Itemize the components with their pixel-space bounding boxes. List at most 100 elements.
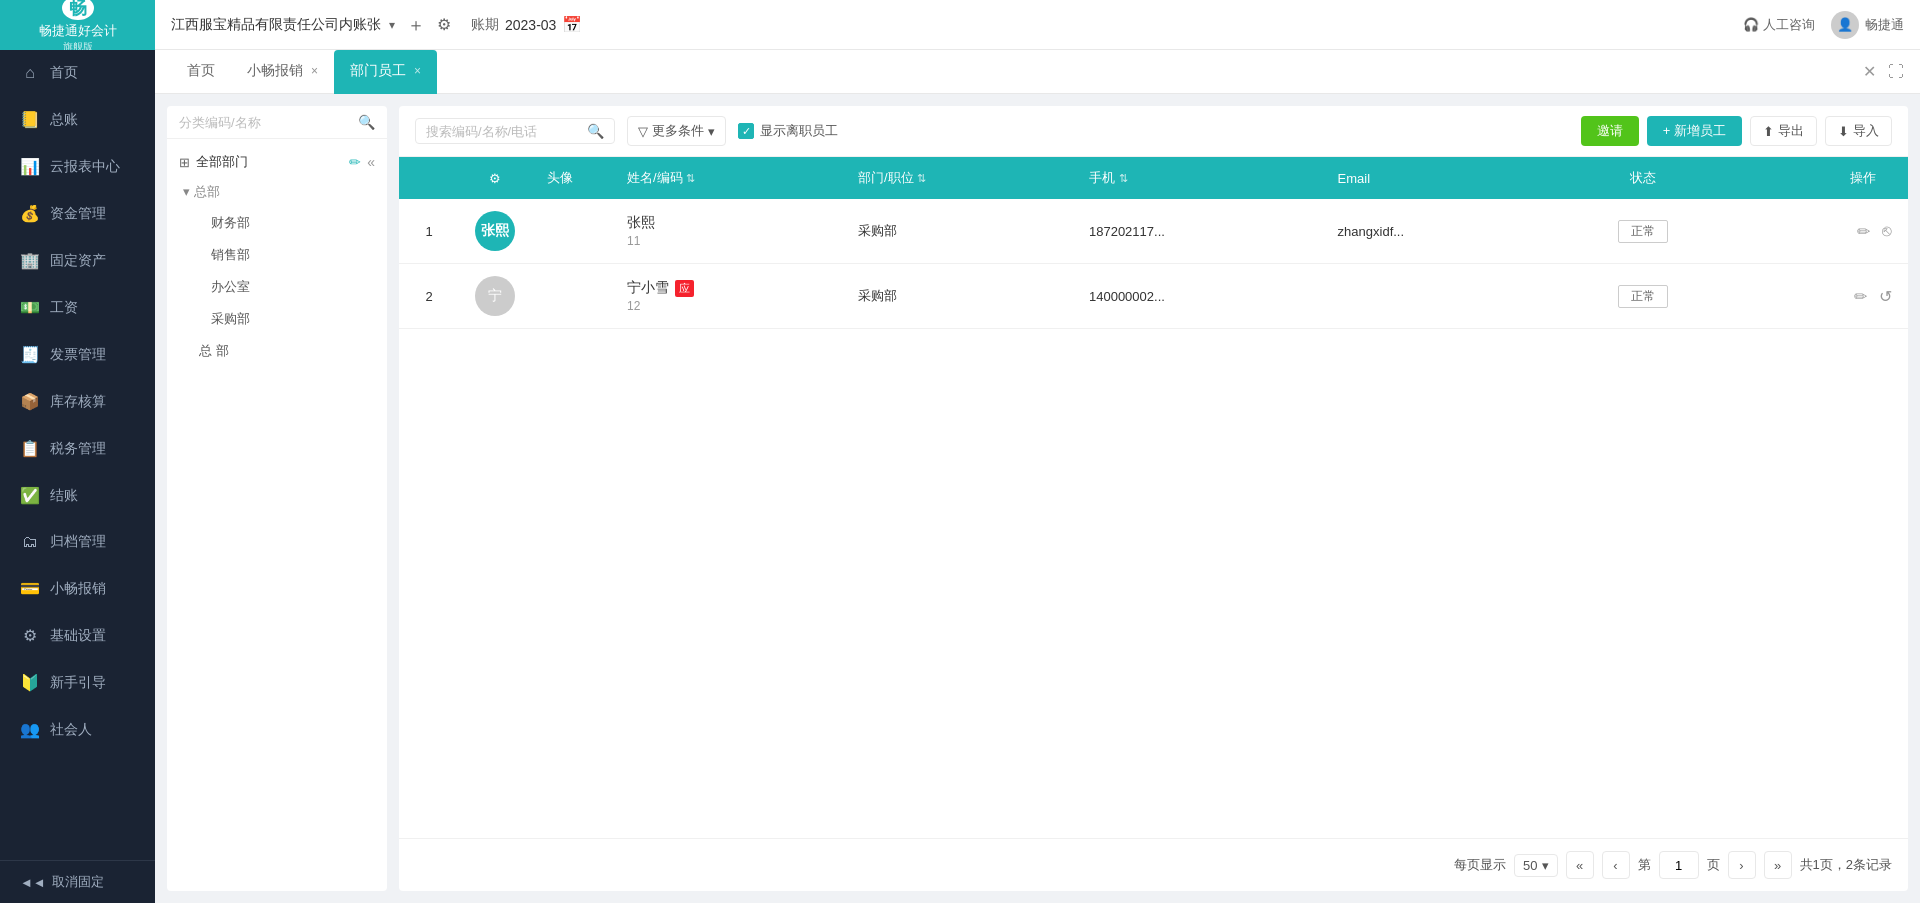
- cell-avatar-2: 宁: [459, 264, 531, 329]
- import-button[interactable]: ⬇ 导入: [1825, 116, 1892, 146]
- headset-icon: 🎧: [1743, 17, 1759, 32]
- col-name-label: 姓名/编码: [627, 170, 683, 185]
- col-settings[interactable]: ⚙: [459, 157, 531, 199]
- next-page-button[interactable]: ›: [1728, 851, 1756, 879]
- invite-button[interactable]: 邀请: [1581, 116, 1639, 146]
- avatar: 👤: [1831, 11, 1859, 39]
- page-size-label: 每页显示: [1454, 856, 1506, 874]
- add-employee-label: + 新增员工: [1663, 122, 1726, 140]
- tab-bar-actions: ✕ ⛶: [1863, 62, 1904, 81]
- tab-home[interactable]: 首页: [171, 50, 231, 94]
- sidebar-item-invoice[interactable]: 🧾 发票管理: [0, 331, 155, 378]
- all-dept-header[interactable]: ⊞ 全部部门 ✏ «: [167, 147, 387, 177]
- employee-search-icon[interactable]: 🔍: [587, 123, 604, 139]
- support-button[interactable]: 🎧 人工咨询: [1743, 16, 1815, 34]
- export-button[interactable]: ⬆ 导出: [1750, 116, 1817, 146]
- tab-department-close[interactable]: ×: [414, 64, 421, 78]
- col-status: 状态: [1549, 157, 1738, 199]
- sidebar-item-archive[interactable]: 🗂 归档管理: [0, 519, 155, 565]
- export-icon: ⬆: [1763, 124, 1774, 139]
- page-size-select[interactable]: 50 ▾: [1514, 854, 1557, 877]
- sidebar-item-ledger[interactable]: 📒 总账: [0, 96, 155, 143]
- expense-icon: 💳: [20, 579, 40, 598]
- cell-name-1: 张熙 11: [611, 199, 842, 264]
- calendar-icon[interactable]: 📅: [562, 15, 582, 34]
- dept-tree-panel: 🔍 ⊞ 全部部门 ✏ « ▾ 总部 财务部 销售部 办公室 采: [167, 106, 387, 891]
- filter-label: 更多条件: [652, 122, 704, 140]
- sidebar-item-guide[interactable]: 🔰 新手引导: [0, 659, 155, 706]
- page-input[interactable]: [1659, 851, 1699, 879]
- dept-item-general[interactable]: 总 部: [167, 335, 387, 367]
- dept-search-icon[interactable]: 🔍: [358, 114, 375, 130]
- sidebar-item-expense[interactable]: 💳 小畅报销: [0, 565, 155, 612]
- add-employee-button[interactable]: + 新增员工: [1647, 116, 1742, 146]
- employee-search-input[interactable]: [426, 124, 581, 139]
- tab-expense-label: 小畅报销: [247, 62, 303, 80]
- export-label: 导出: [1778, 122, 1804, 140]
- sidebar-label-settings: 基础设置: [50, 627, 106, 645]
- sidebar-label-expense: 小畅报销: [50, 580, 106, 598]
- pin-icon: ◄◄: [20, 875, 46, 890]
- cell-name-1-empty: [531, 199, 611, 264]
- dept-search-area: 🔍: [167, 106, 387, 139]
- dept-edit-icon[interactable]: ✏: [349, 154, 361, 170]
- dept-item-purchase[interactable]: 采购部: [167, 303, 387, 335]
- user-area[interactable]: 👤 畅捷通: [1831, 11, 1904, 39]
- delete-icon-2[interactable]: ↺: [1879, 287, 1892, 306]
- cell-index-2: 2: [399, 264, 459, 329]
- status-badge-1: 正常: [1618, 220, 1668, 243]
- edit-icon-2[interactable]: ✏: [1854, 287, 1867, 306]
- sidebar-item-settle[interactable]: ✅ 结账: [0, 472, 155, 519]
- company-selector[interactable]: 江西服宝精品有限责任公司内账张 ▾: [171, 16, 395, 34]
- sidebar-item-salary[interactable]: 💵 工资: [0, 284, 155, 331]
- sidebar-item-partner[interactable]: 👥 社会人: [0, 706, 155, 753]
- last-page-button[interactable]: »: [1764, 851, 1792, 879]
- expand-icon[interactable]: ⛶: [1888, 63, 1904, 81]
- edit-icon-1[interactable]: ✏: [1857, 222, 1870, 241]
- col-index: [399, 157, 459, 199]
- invite-label: 邀请: [1597, 123, 1623, 138]
- page-di-label: 第: [1638, 856, 1651, 874]
- filter-button[interactable]: ▽ 更多条件 ▾: [627, 116, 726, 146]
- cell-avatar-1: 张熙: [459, 199, 531, 264]
- sidebar-item-inventory[interactable]: 📦 库存核算: [0, 378, 155, 425]
- sidebar-item-tax[interactable]: 📋 税务管理: [0, 425, 155, 472]
- pagination: 每页显示 50 ▾ « ‹ 第 页 ›: [399, 838, 1908, 891]
- grid-icon: ⊞: [179, 155, 190, 170]
- add-tab-button[interactable]: ＋: [407, 13, 425, 37]
- page-content: 🔍 ⊞ 全部部门 ✏ « ▾ 总部 财务部 销售部 办公室 采: [155, 94, 1920, 903]
- sidebar-item-capital[interactable]: 💰 资金管理: [0, 190, 155, 237]
- sidebar-item-home[interactable]: ⌂ 首页: [0, 50, 155, 96]
- col-avatar: 头像: [531, 157, 611, 199]
- tab-expense-close[interactable]: ×: [311, 64, 318, 78]
- dept-item-office[interactable]: 办公室: [167, 271, 387, 303]
- unpin-button[interactable]: ◄◄ 取消固定: [0, 860, 155, 903]
- capital-icon: 💰: [20, 204, 40, 223]
- dept-item-finance[interactable]: 财务部: [167, 207, 387, 239]
- dept-search-input[interactable]: [179, 115, 352, 130]
- sidebar-item-assets[interactable]: 🏢 固定资产: [0, 237, 155, 284]
- dept-item-sales[interactable]: 销售部: [167, 239, 387, 271]
- import-icon: ⬇: [1838, 124, 1849, 139]
- first-page-button[interactable]: «: [1566, 851, 1594, 879]
- close-tab-icon[interactable]: ✕: [1863, 62, 1876, 81]
- sidebar-item-settings[interactable]: ⚙ 基础设置: [0, 612, 155, 659]
- tab-expense[interactable]: 小畅报销 ×: [231, 50, 334, 94]
- col-name[interactable]: 姓名/编码 ⇅: [611, 157, 842, 199]
- dept-collapse-icon[interactable]: «: [367, 154, 375, 170]
- cell-index-1: 1: [399, 199, 459, 264]
- employee-toolbar: 🔍 ▽ 更多条件 ▾ ✓ 显示离职员工 邀请: [399, 106, 1908, 157]
- cell-email-1: zhangxidf...: [1322, 199, 1549, 264]
- show-resigned-checkbox[interactable]: ✓: [738, 123, 754, 139]
- page-size-value: 50: [1523, 858, 1537, 873]
- logout-icon-1[interactable]: ⎋: [1882, 222, 1892, 240]
- col-phone[interactable]: 手机 ⇅: [1073, 157, 1322, 199]
- col-dept[interactable]: 部门/职位 ⇅: [842, 157, 1073, 199]
- sidebar-item-reports[interactable]: 📊 云报表中心: [0, 143, 155, 190]
- prev-page-button[interactable]: ‹: [1602, 851, 1630, 879]
- sidebar-label-invoice: 发票管理: [50, 346, 106, 364]
- assets-icon: 🏢: [20, 251, 40, 270]
- settings-icon[interactable]: ⚙: [437, 15, 451, 34]
- tab-department[interactable]: 部门员工 ×: [334, 50, 437, 94]
- filter-chevron-icon: ▾: [708, 124, 715, 139]
